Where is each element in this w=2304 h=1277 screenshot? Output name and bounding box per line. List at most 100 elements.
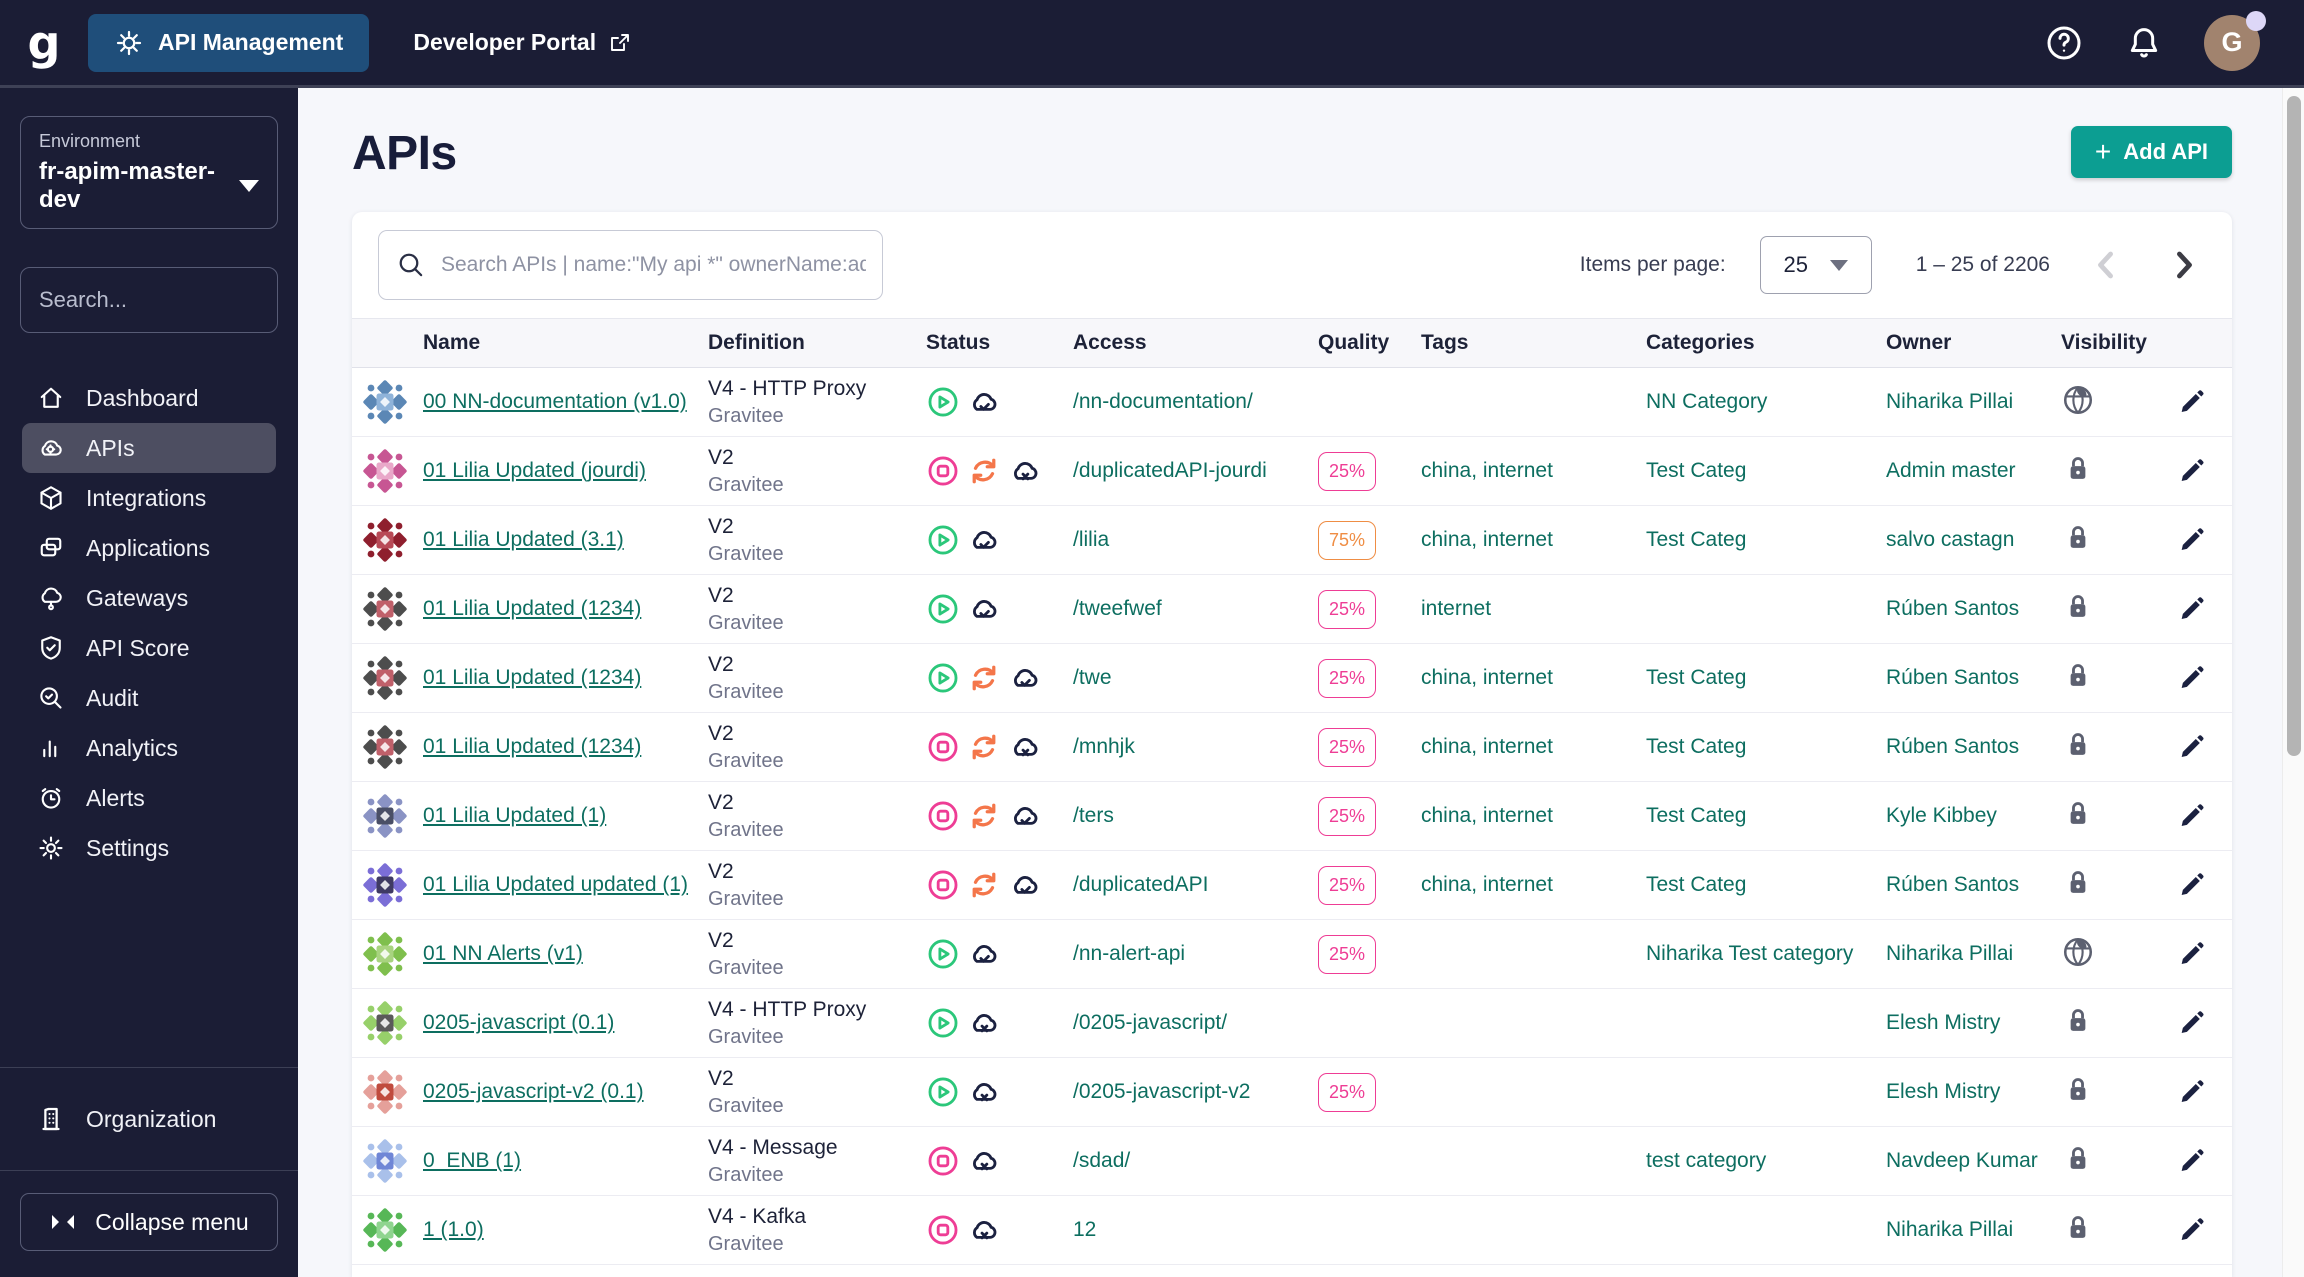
edit-api-button[interactable] [2150, 869, 2232, 901]
api-access-path: /0205-javascript-v2 [1073, 1080, 1251, 1103]
edit-pencil-icon [2181, 666, 2204, 688]
api-name-link[interactable]: 00 NN-documentation (v1.0) [423, 390, 687, 413]
sidebar-item-integrations[interactable]: Integrations [22, 473, 276, 523]
api-definition-version: V2 [708, 514, 734, 538]
items-per-page-select[interactable]: 25 [1759, 236, 1872, 294]
edit-api-button[interactable] [2150, 386, 2232, 418]
edit-api-button[interactable] [2150, 731, 2232, 763]
api-name-link[interactable]: 01 Lilia Updated (1234) [423, 666, 641, 689]
api-access-path: /sdad/ [1073, 1149, 1131, 1172]
api-avatar [362, 1000, 408, 1046]
api-definition-version: V4 - HTTP Proxy [708, 997, 867, 1021]
sidebar-item-settings[interactable]: Settings [22, 823, 276, 873]
apis-table-card: Items per page: 25 1 – 25 of 2206 Name D… [352, 212, 2232, 1277]
edit-api-button[interactable] [2150, 1076, 2232, 1108]
edit-api-button[interactable] [2150, 593, 2232, 625]
stopped-icon [928, 870, 958, 900]
sidebar-item-apis[interactable]: APIs [22, 423, 276, 473]
api-name-link[interactable]: 0205-javascript (0.1) [423, 1011, 614, 1034]
sidebar-item-api-score[interactable]: API Score [22, 623, 276, 673]
package-icon [36, 483, 66, 513]
public-globe-icon [2063, 937, 2093, 966]
edit-api-button[interactable] [2150, 662, 2232, 694]
external-link-icon [608, 31, 632, 55]
api-name-link[interactable]: 0205-javascript-v2 (0.1) [423, 1080, 644, 1103]
sidebar-search-input[interactable] [39, 287, 327, 313]
api-quality-cell: 25% [1312, 658, 1415, 698]
table-row: 01 Lilia Updated (1234) V2 Gravitee /twe… [352, 575, 2232, 644]
sidebar-item-analytics[interactable]: Analytics [22, 723, 276, 773]
api-avatar [362, 931, 408, 977]
api-quality-cell: 25% [1312, 865, 1415, 905]
api-quality-cell: 75% [1312, 520, 1415, 560]
add-api-button[interactable]: + Add API [2070, 126, 2232, 178]
edit-api-button[interactable] [2150, 1007, 2232, 1039]
api-visibility-icon [2055, 383, 2150, 422]
api-name-link[interactable]: 01 Lilia Updated (1234) [423, 597, 641, 620]
api-name-link[interactable]: 01 Lilia Updated updated (1) [423, 873, 688, 896]
gravitee-logo[interactable]: g [0, 20, 88, 66]
api-name-link[interactable]: 0_ENB (1) [423, 1149, 521, 1172]
api-categories: test category [1646, 1149, 1767, 1172]
add-api-label: Add API [2123, 139, 2208, 164]
api-search-box[interactable] [378, 230, 883, 300]
table-row: 01 Lilia Updated (3.1) V2 Gravitee /lili… [352, 506, 2232, 575]
edit-pencil-icon [2181, 528, 2204, 550]
api-visibility-icon [2055, 797, 2150, 836]
user-avatar-initial: G [2221, 27, 2243, 57]
user-avatar[interactable]: G [2204, 10, 2266, 71]
api-name-link[interactable]: 01 NN Alerts (v1) [423, 942, 583, 965]
developer-portal-link[interactable]: Developer Portal [413, 29, 632, 56]
api-owner: Rúben Santos [1886, 666, 2020, 689]
api-management-switch-button[interactable]: API Management [88, 13, 370, 72]
edit-api-button[interactable] [2150, 455, 2232, 487]
api-name-link[interactable]: 01 Lilia Updated (1234) [423, 735, 641, 758]
edit-api-button[interactable] [2150, 1145, 2232, 1177]
collapse-menu-button[interactable]: Collapse menu [20, 1193, 278, 1251]
edit-api-button[interactable] [2150, 1214, 2232, 1246]
chevron-left-icon [2098, 251, 2113, 279]
api-name-link[interactable]: 1 (1.0) [423, 1218, 484, 1241]
sidebar-item-applications[interactable]: Applications [22, 523, 276, 573]
out-of-sync-icon [972, 872, 996, 898]
not-deployed-cloud-x-icon [973, 1221, 997, 1240]
edit-api-button[interactable] [2150, 524, 2232, 556]
sidebar-item-alerts[interactable]: Alerts [22, 773, 276, 823]
started-icon [928, 939, 958, 969]
table-row: 01 NN Alerts (v1) V2 Gravitee /nn-alert-… [352, 920, 2232, 989]
api-status-icons [920, 454, 1067, 488]
environment-selector[interactable]: Environment fr-apim-master-dev [20, 116, 278, 229]
sidebar-item-label: Gateways [86, 584, 189, 611]
sidebar-item-organization[interactable]: Organization [22, 1094, 276, 1144]
api-visibility-icon [2055, 935, 2150, 974]
page-scrollbar[interactable] [2282, 88, 2304, 1277]
sidebar-item-gateways[interactable]: Gateways [22, 573, 276, 623]
table-row: 0205-javascript (0.1) V4 - HTTP Proxy Gr… [352, 989, 2232, 1058]
api-access-path: /tweefwef [1073, 597, 1162, 620]
private-lock-icon [2070, 1008, 2086, 1031]
api-name-link[interactable]: 01 Lilia Updated (jourdi) [423, 459, 646, 482]
private-lock-icon [2070, 870, 2086, 893]
api-name-link[interactable]: 01 Lilia Updated (3.1) [423, 528, 624, 551]
api-avatar [362, 862, 408, 908]
edit-api-button[interactable] [2150, 800, 2232, 832]
next-page-button[interactable] [2162, 243, 2206, 287]
sidebar-search[interactable] [20, 267, 348, 333]
api-search-input[interactable] [441, 253, 866, 277]
private-lock-icon [2070, 732, 2086, 755]
api-name-link[interactable]: 01 Lilia Updated (1) [423, 804, 606, 827]
api-visibility-icon [2055, 452, 2150, 491]
notifications-bell-icon[interactable] [2124, 23, 2164, 63]
help-icon[interactable] [2044, 23, 2084, 63]
sidebar-item-audit[interactable]: Audit [22, 673, 276, 723]
previous-page-button[interactable] [2084, 243, 2128, 287]
page-scrollbar-thumb[interactable] [2287, 96, 2301, 756]
plus-icon: + [2094, 136, 2112, 167]
api-avatar [362, 517, 408, 563]
quality-badge: 25% [1318, 727, 1377, 767]
table-row: 01 Lilia Updated (1) V2 Gravitee /ters 2… [352, 782, 2232, 851]
api-owner: Elesh Mistry [1886, 1011, 2001, 1034]
edit-api-button[interactable] [2150, 938, 2232, 970]
api-definition-version: V2 [708, 928, 734, 952]
sidebar-item-dashboard[interactable]: Dashboard [22, 373, 276, 423]
